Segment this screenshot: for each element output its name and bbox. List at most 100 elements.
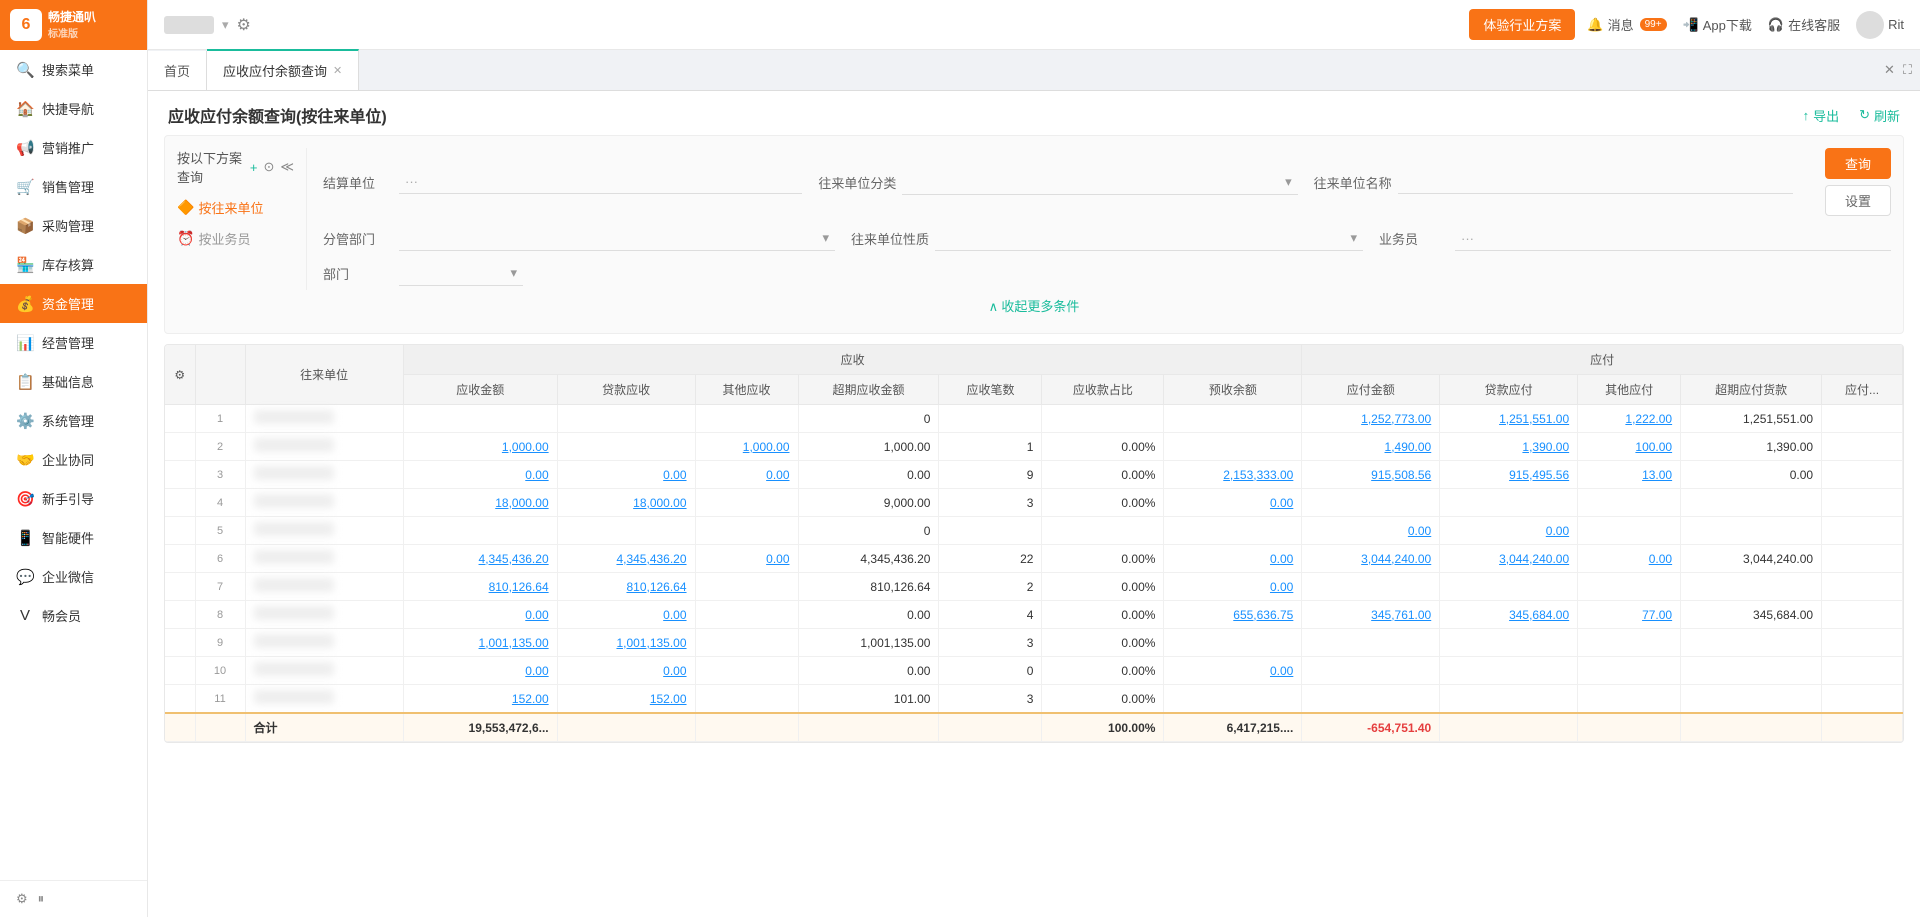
sidebar-item-operation[interactable]: 📊 经营管理 [0, 323, 147, 362]
unit-name-header: 往来单位 [245, 345, 403, 405]
loan-pay-header: 贷款应付 [1440, 375, 1578, 405]
sidebar-item-purchase[interactable]: 📦 采购管理 [0, 206, 147, 245]
scheme-staff-icon: ⏰ [177, 230, 194, 247]
notification-btn[interactable]: 🔔 消息 99+ [1587, 15, 1666, 34]
online-service-label: 在线客服 [1788, 15, 1840, 34]
tab-close-icon[interactable]: ✕ [333, 64, 342, 77]
header-right: 🔔 消息 99+ 📲 App下载 🎧 在线客服 Rit [1587, 11, 1904, 39]
home-icon: 🏠 [16, 100, 34, 118]
footer-loan-pay [1440, 713, 1578, 742]
scheme-by-unit[interactable]: 🔶 按往来单位 [177, 194, 294, 221]
gear-btn[interactable]: ⚙ [237, 15, 251, 35]
sales-icon: 🛒 [16, 178, 34, 196]
table-row: 101,252,773.001,251,551.001,222.001,251,… [165, 405, 1903, 433]
loan-recv-header: 贷款应收 [557, 375, 695, 405]
refresh-icon: ↻ [1859, 107, 1870, 123]
sidebar-settings-icon[interactable]: ⚙ [16, 891, 28, 907]
filter-unit-nature: 往来单位性质 ▾ [851, 226, 1363, 251]
footer-label: 合计 [245, 713, 403, 742]
user-area[interactable]: Rit [1856, 11, 1904, 39]
filter-row-1: 结算单位 ··· 往来单位分类 ▾ [323, 148, 1891, 216]
scheme-staff-label: 按业务员 [198, 229, 250, 248]
app-download-btn[interactable]: 📲 App下载 [1683, 15, 1752, 34]
settings-col-header[interactable]: ⚙ [165, 345, 195, 405]
export-label: 导出 [1813, 106, 1839, 125]
sidebar-item-quick-nav[interactable]: 🏠 快捷导航 [0, 89, 147, 128]
window-close-icon[interactable]: ✕ [1884, 62, 1895, 78]
table-row: 64,345,436.204,345,436.200.004,345,436.2… [165, 545, 1903, 573]
sidebar-item-label: 经营管理 [42, 333, 94, 352]
collapse-scheme-btn[interactable]: ≪ [280, 159, 294, 175]
basic-icon: 📋 [16, 373, 34, 391]
unit-category-select[interactable]: ▾ [902, 170, 1297, 195]
sidebar-item-smart[interactable]: 📱 智能硬件 [0, 518, 147, 557]
unit-nature-select[interactable]: ▾ [935, 226, 1363, 251]
table-row: 7810,126.64810,126.64810,126.6420.00%0.0… [165, 573, 1903, 601]
main-area: ... ▾ ⚙ 体验行业方案 🔔 消息 99+ 📲 App下载 🎧 在线客服 R… [148, 0, 1920, 917]
filter-label: 按以下方案查询 [177, 148, 244, 186]
table-row: 418,000.0018,000.009,000.0030.00%0.00 [165, 489, 1903, 517]
sidebar-item-finance[interactable]: 💰 资金管理 [0, 284, 147, 323]
breadcrumb-area: ... ▾ ⚙ [164, 15, 1457, 35]
sidebar-item-wechat[interactable]: 💬 企业微信 [0, 557, 147, 596]
salesperson-input[interactable]: ··· [1455, 227, 1891, 251]
settlement-unit-label: 结算单位 [323, 173, 393, 192]
query-button[interactable]: 查询 [1825, 148, 1891, 179]
user-name: Rit [1888, 17, 1904, 32]
sidebar-item-newbie[interactable]: 🎯 新手引导 [0, 479, 147, 518]
system-icon: ⚙️ [16, 412, 34, 430]
table-row: 11152.00152.00101.0030.00% [165, 685, 1903, 714]
sidebar-item-marketing[interactable]: 📢 营销推广 [0, 128, 147, 167]
scheme-unit-icon: 🔶 [177, 199, 194, 216]
extra-col-header: 应付... [1822, 375, 1903, 405]
sidebar-item-label: 企业协同 [42, 450, 94, 469]
table-row: 21,000.001,000.001,000.0010.00%1,490.001… [165, 433, 1903, 461]
edit-scheme-btn[interactable]: ⊙ [263, 159, 274, 175]
window-expand-icon[interactable]: ⛶ [1903, 62, 1912, 78]
sidebar-item-label: 畅会员 [42, 606, 81, 625]
filter-section: 按以下方案查询 + ⊙ ≪ 🔶 按往来单位 ⏰ 按业务员 [164, 135, 1904, 334]
footer-recv-count [939, 713, 1042, 742]
sidebar-item-basic[interactable]: 📋 基础信息 [0, 362, 147, 401]
other-pay-header: 其他应付 [1578, 375, 1681, 405]
sidebar-item-enterprise[interactable]: 🤝 企业协同 [0, 440, 147, 479]
sidebar-item-sales[interactable]: 🛒 销售管理 [0, 167, 147, 206]
dropdown-icon: ▾ [510, 265, 517, 281]
settlement-unit-input[interactable]: ··· [399, 170, 802, 194]
overdue-recv-header: 超期应收金额 [798, 375, 939, 405]
dropdown-icon: ▾ [1350, 230, 1357, 246]
sidebar-collapse-icon[interactable]: ⏸ [38, 891, 45, 907]
refresh-btn[interactable]: ↻ 刷新 [1859, 106, 1900, 125]
sidebar-item-search[interactable]: 🔍 搜索菜单 [0, 50, 147, 89]
sidebar-item-label: 采购管理 [42, 216, 94, 235]
dept-select[interactable]: ▾ [399, 226, 835, 251]
unit-category-label: 往来单位分类 [818, 173, 896, 192]
table-footer-row: 合计 19,553,472,6... 100.00% 6,417,215....… [165, 713, 1903, 742]
sidebar-item-label: 营销推广 [42, 138, 94, 157]
export-btn[interactable]: ↑ 导出 [1803, 106, 1840, 125]
settings-button[interactable]: 设置 [1825, 185, 1891, 216]
dept2-select[interactable]: ▾ [399, 261, 523, 286]
sidebar-item-system[interactable]: ⚙️ 系统管理 [0, 401, 147, 440]
sidebar-item-vip[interactable]: V 畅会员 [0, 596, 147, 635]
dept-label: 分管部门 [323, 229, 393, 248]
trial-button[interactable]: 体验行业方案 [1469, 9, 1575, 40]
user-avatar [1856, 11, 1884, 39]
add-scheme-btn[interactable]: + [250, 160, 258, 175]
notification-badge: 99+ [1640, 18, 1667, 31]
unit-name-input[interactable] [1398, 170, 1793, 194]
tab-arap-label: 应收应付余额查询 [223, 61, 327, 80]
wechat-icon: 💬 [16, 568, 34, 586]
online-service-btn[interactable]: 🎧 在线客服 [1768, 15, 1840, 34]
receivable-group-header: 应收 [403, 345, 1301, 375]
sidebar-item-warehouse[interactable]: 🏪 库存核算 [0, 245, 147, 284]
collapse-filter-btn[interactable]: ∧ 收起更多条件 [177, 290, 1891, 321]
tab-home[interactable]: 首页 [148, 51, 207, 90]
purchase-icon: 📦 [16, 217, 34, 235]
breadcrumb-text: ... [164, 16, 214, 34]
page-header: 应收应付余额查询(按往来单位) ↑ 导出 ↻ 刷新 [148, 91, 1920, 135]
scheme-by-staff[interactable]: ⏰ 按业务员 [177, 225, 294, 252]
tab-arap[interactable]: 应收应付余额查询 ✕ [207, 49, 359, 90]
finance-icon: 💰 [16, 295, 34, 313]
filter-row-2: 分管部门 ▾ 往来单位性质 ▾ [323, 226, 1891, 251]
